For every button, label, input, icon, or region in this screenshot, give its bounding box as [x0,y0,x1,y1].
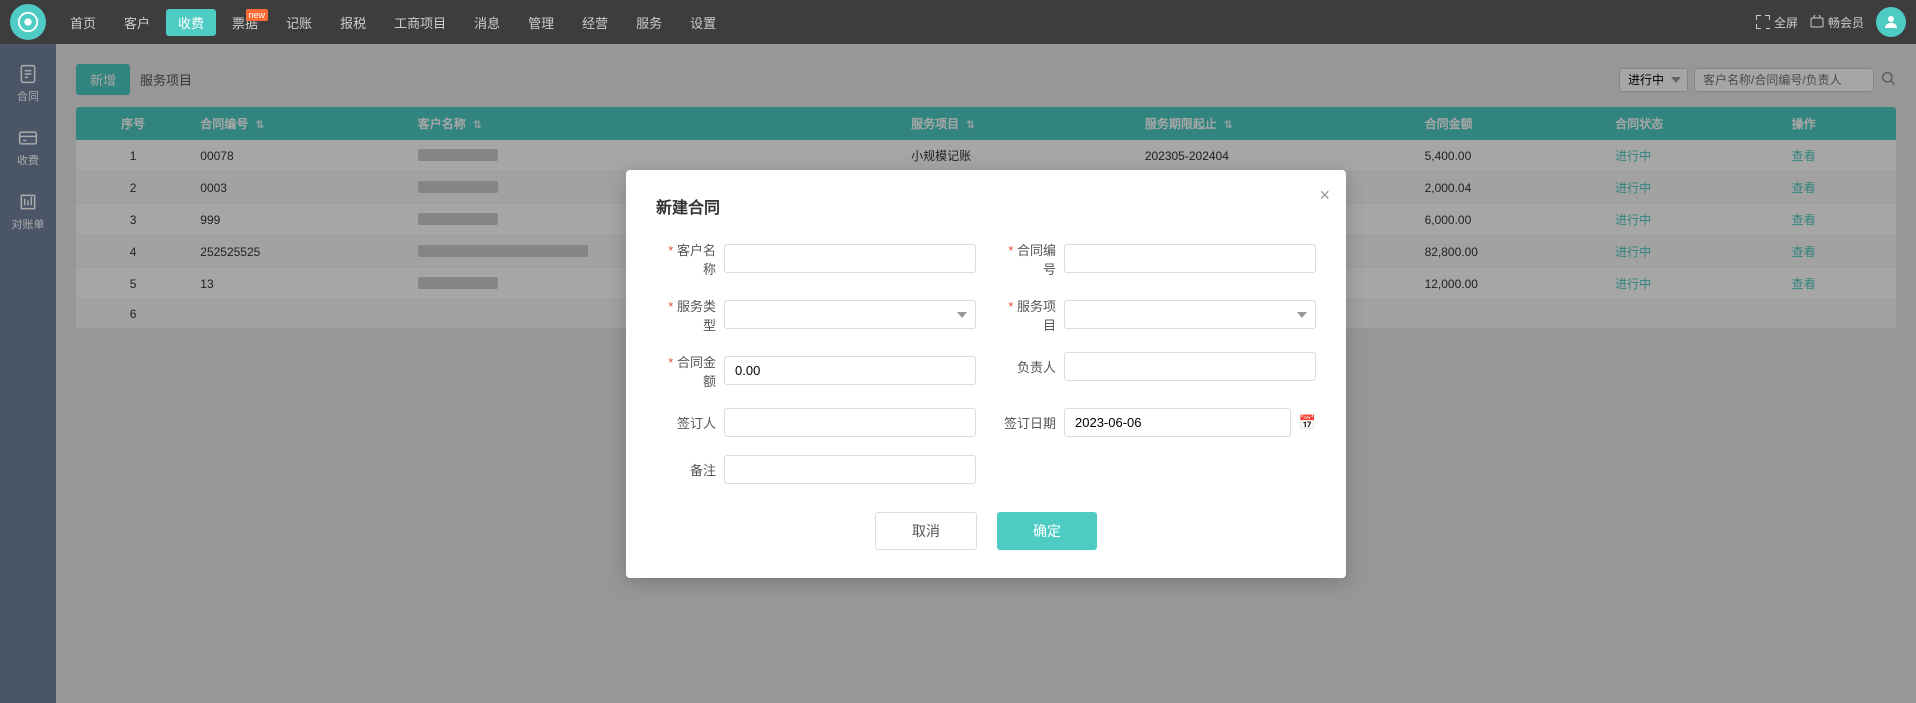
sidebar: 合同 收费 对账单 [0,44,56,703]
nav-item-settings[interactable]: 设置 [678,9,728,36]
nav-item-tax[interactable]: 报税 [328,9,378,36]
nav-right-area: 全屏 畅会员 [1756,7,1906,37]
user-avatar[interactable] [1876,7,1906,37]
client-name-label: * 客户名称 [656,240,716,278]
nav-item-client[interactable]: 客户 [112,9,162,36]
field-signer: 签订人 [656,408,976,437]
new-contract-modal: 新建合同 × * 客户名称 [626,170,1346,578]
signer-label: 签订人 [656,413,716,432]
nav-item-service[interactable]: 服务 [624,9,674,36]
nav-item-bookkeeping[interactable]: 记账 [274,9,324,36]
sidebar-item-charge[interactable]: 收费 [0,118,56,178]
sign-date-input[interactable] [1064,408,1291,437]
nav-item-message[interactable]: 消息 [462,9,512,36]
service-item-select[interactable] [1064,300,1316,329]
service-type-select[interactable] [724,300,976,329]
new-badge: new [246,9,269,21]
client-name-input[interactable] [724,244,976,273]
nav-item-business[interactable]: 工商项目 [382,9,458,36]
sidebar-charge-label: 收费 [17,152,39,168]
cancel-button[interactable]: 取消 [875,512,977,550]
field-service-item: * 服务项目 [996,296,1316,334]
calendar-icon[interactable]: 📅 [1299,414,1316,431]
sidebar-item-statement[interactable]: 对账单 [0,182,56,242]
main-layout: 合同 收费 对账单 新增 服务项目 [0,44,1916,703]
nav-item-manage[interactable]: 管理 [516,9,566,36]
contract-amount-input[interactable] [724,356,976,385]
field-contract-amount: * 合同金额 [656,352,976,390]
field-service-type: * 服务类型 [656,296,976,334]
app-logo[interactable] [10,4,46,40]
modal-title: 新建合同 [656,194,1316,218]
fullscreen-button[interactable]: 全屏 [1756,14,1798,31]
nav-item-charge[interactable]: 收费 [166,9,216,36]
nav-item-operation[interactable]: 经营 [570,9,620,36]
responsible-input[interactable] [1064,352,1316,381]
contract-amount-label: * 合同金额 [656,352,716,390]
remark-input[interactable] [724,455,976,484]
sidebar-contract-label: 合同 [17,88,39,104]
form-row-4: 签订人 签订日期 📅 [656,408,1316,437]
modal-close-button[interactable]: × [1319,186,1330,204]
nav-item-invoice[interactable]: 票据 new [220,9,270,36]
signer-input[interactable] [724,408,976,437]
form-row-2: * 服务类型 * 服务项目 [656,296,1316,334]
form-row-1: * 客户名称 * 合同编号 [656,240,1316,278]
modal-overlay[interactable]: 新建合同 × * 客户名称 [56,44,1916,703]
remark-label: 备注 [656,460,716,479]
confirm-button[interactable]: 确定 [997,512,1097,550]
contract-no-label: * 合同编号 [996,240,1056,278]
field-sign-date: 签订日期 📅 [996,408,1316,437]
form-row-5: 备注 [656,455,1316,484]
field-contract-no: * 合同编号 [996,240,1316,278]
member-button[interactable]: 畅会员 [1810,14,1864,31]
service-item-label: * 服务项目 [996,296,1056,334]
top-navigation: 首页 客户 收费 票据 new 记账 报税 工商项目 消息 管理 经营 服务 设… [0,0,1916,44]
responsible-label: 负责人 [996,357,1056,376]
contract-no-input[interactable] [1064,244,1316,273]
modal-footer: 取消 确定 [656,512,1316,550]
sidebar-item-contract[interactable]: 合同 [0,54,56,114]
field-client-name: * 客户名称 [656,240,976,278]
main-content: 新增 服务项目 进行中 已完成 已取消 [56,44,1916,703]
sign-date-label: 签订日期 [996,413,1056,432]
field-responsible: 负责人 [996,352,1316,390]
form-row-3: * 合同金额 负责人 [656,352,1316,390]
field-remark: 备注 [656,455,976,484]
nav-item-home[interactable]: 首页 [58,9,108,36]
sidebar-statement-label: 对账单 [12,216,45,232]
service-type-label: * 服务类型 [656,296,716,334]
